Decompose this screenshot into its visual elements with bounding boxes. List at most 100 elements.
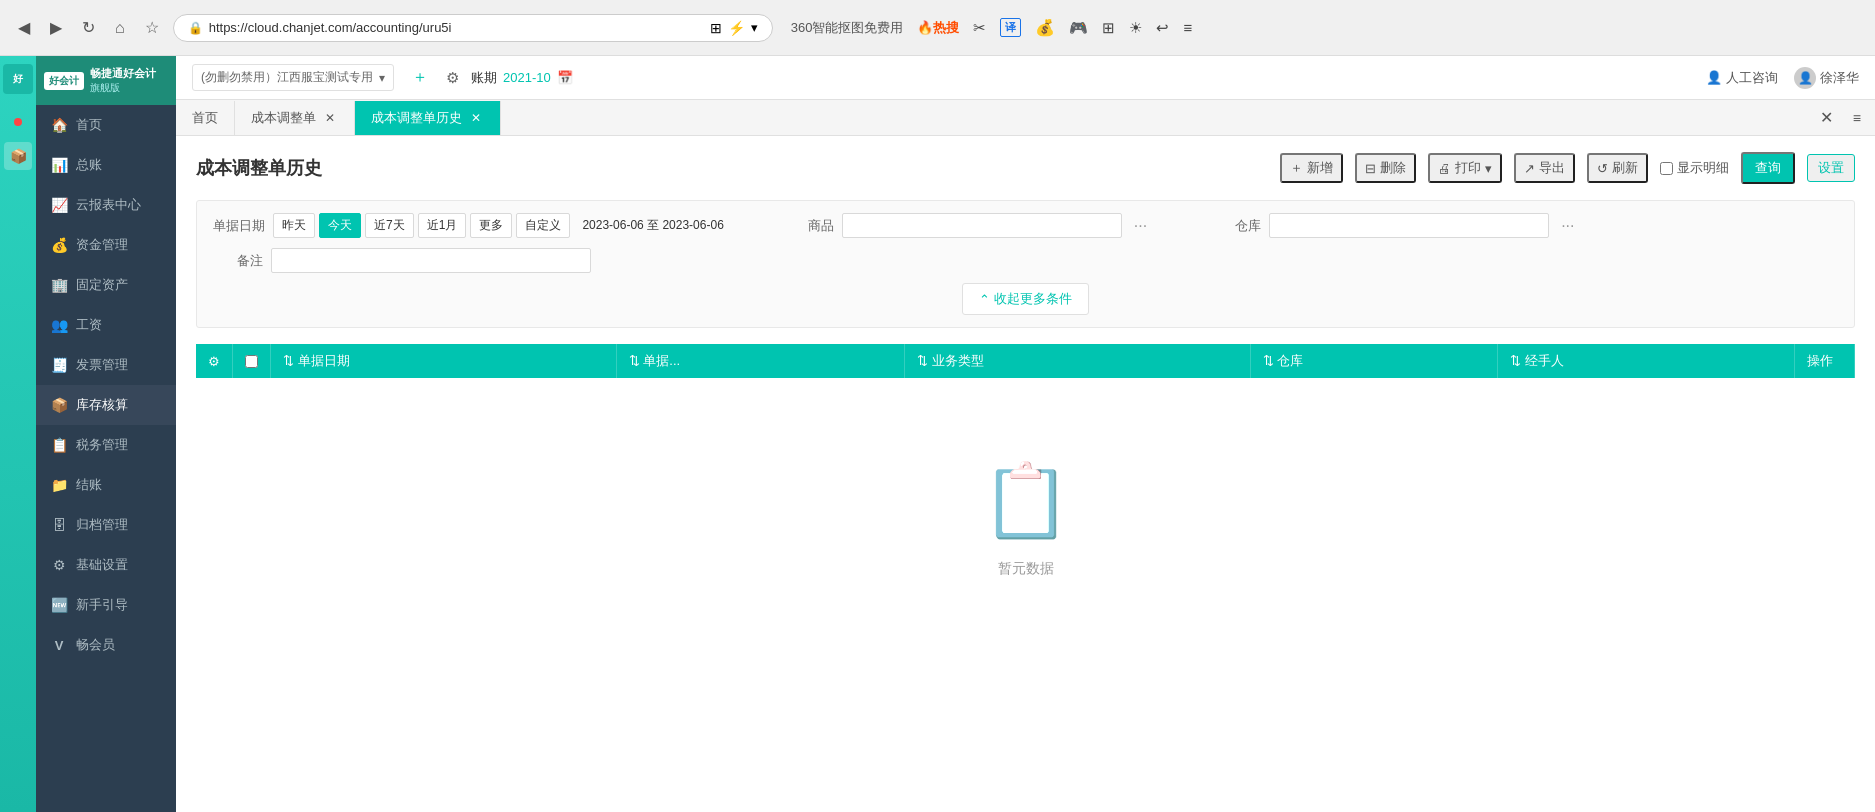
app-icon-red-dot[interactable] [4,108,32,136]
date-btn-today[interactable]: 今天 [319,213,361,238]
th-biz-type[interactable]: ⇅ 业务类型 [905,344,1251,378]
warehouse-dots[interactable]: ··· [1557,217,1578,235]
tab-home-label: 首页 [192,109,218,127]
user-btn[interactable]: 👤 徐泽华 [1794,67,1859,89]
th-number[interactable]: ⇅ 单据... [616,344,904,378]
top-bar: (勿删勿禁用）江西服宝测试专用 ▾ ＋ ⚙ 账期 2021-10 📅 👤 人工咨… [176,56,1875,100]
date-btn-more[interactable]: 更多 [470,213,512,238]
select-all-checkbox[interactable] [245,355,258,368]
sidebar-item-invoice[interactable]: 🧾 发票管理 [36,345,176,385]
org-name: (勿删勿禁用）江西服宝测试专用 [201,69,373,86]
date-btn-1month[interactable]: 近1月 [418,213,467,238]
sidebar-item-member-label: 畅会员 [76,636,115,654]
print-dropdown-icon: ▾ [1485,161,1492,176]
tab-cost-adjust-history[interactable]: 成本调整单历史 ✕ [355,101,501,135]
address-bar[interactable]: 🔒 https://cloud.chanjet.com/accounting/u… [173,14,773,42]
tab-cost-adjust[interactable]: 成本调整单 ✕ [235,101,355,135]
date-btn-7days[interactable]: 近7天 [365,213,414,238]
calendar-icon[interactable]: 📅 [557,70,573,85]
show-cols-checkbox-label[interactable]: 显示明细 [1660,159,1729,177]
lightning-icon: ⚡ [728,20,745,36]
goods-input[interactable] [842,213,1122,238]
date-filter-label: 单据日期 [213,217,265,235]
sidebar-header[interactable]: 好会计 畅捷通好会计 旗舰版 [36,56,176,105]
tab-menu-button[interactable]: ≡ [1847,106,1867,130]
remark-input[interactable] [271,248,591,273]
sidebar-nav: 🏠 首页 📊 总账 📈 云报表中心 💰 资金管理 🏢 固定资产 👥 工资 [36,105,176,812]
org-add-button[interactable]: ＋ [406,63,434,92]
sidebar-item-archive[interactable]: 🗄 归档管理 [36,505,176,545]
th-handler[interactable]: ⇅ 经手人 [1498,344,1795,378]
sidebar-item-guide[interactable]: 🆕 新手引导 [36,585,176,625]
game-icon: 🎮 [1069,19,1088,37]
sidebar-item-archive-label: 归档管理 [76,516,128,534]
sidebar-item-ledger-label: 总账 [76,156,102,174]
sidebar-edition: 旗舰版 [90,81,156,95]
sidebar-item-reports[interactable]: 📈 云报表中心 [36,185,176,225]
goods-dots[interactable]: ··· [1130,217,1151,235]
period-value: 2021-10 [503,70,551,85]
sidebar-item-funds[interactable]: 💰 资金管理 [36,225,176,265]
reports-icon: 📈 [50,197,68,213]
sidebar-item-salary[interactable]: 👥 工资 [36,305,176,345]
closing-icon: 📁 [50,477,68,493]
sidebar-item-fixed-assets[interactable]: 🏢 固定资产 [36,265,176,305]
tabs-bar: 首页 成本调整单 ✕ 成本调整单历史 ✕ ✕ ≡ [176,100,1875,136]
period-label: 账期 [471,69,497,87]
sidebar-item-funds-label: 资金管理 [76,236,128,254]
tab-close-all-button[interactable]: ✕ [1814,104,1839,131]
service-btn[interactable]: 👤 人工咨询 [1706,69,1778,87]
tab-cost-adjust-close[interactable]: ✕ [322,110,338,126]
sidebar-item-inventory[interactable]: 📦 库存核算 [36,385,176,425]
forward-button[interactable]: ▶ [44,14,68,41]
th-handler-label: 经手人 [1525,353,1564,368]
collapse-btn[interactable]: ⌃ 收起更多条件 [962,283,1089,315]
back-button[interactable]: ◀ [12,14,36,41]
app-icon-active[interactable]: 📦 [4,142,32,170]
th-settings[interactable]: ⚙ [196,344,233,378]
query-btn[interactable]: 查询 [1741,152,1795,184]
warehouse-input[interactable] [1269,213,1549,238]
settings-gear-icon[interactable]: ⚙ [446,69,459,87]
app-icon-logo[interactable]: 好 [3,64,33,94]
tab-home[interactable]: 首页 [176,101,235,135]
period-info: 账期 2021-10 📅 [471,69,573,87]
org-selector[interactable]: (勿删勿禁用）江西服宝测试专用 ▾ [192,64,394,91]
date-btn-custom[interactable]: 自定义 [516,213,570,238]
sidebar-item-tax[interactable]: 📋 税务管理 [36,425,176,465]
wallet-icon: 💰 [1035,18,1055,37]
th-date[interactable]: ⇅ 单据日期 [271,344,617,378]
th-checkbox[interactable] [233,344,271,378]
sidebar-item-settings[interactable]: ⚙ 基础设置 [36,545,176,585]
sidebar-item-ledger[interactable]: 📊 总账 [36,145,176,185]
sidebar-item-home[interactable]: 🏠 首页 [36,105,176,145]
th-warehouse[interactable]: ⇅ 仓库 [1250,344,1498,378]
print-btn[interactable]: 🖨 打印 ▾ [1428,153,1502,183]
sidebar-item-member[interactable]: V 畅会员 [36,625,176,665]
sidebar-item-settings-label: 基础设置 [76,556,128,574]
warehouse-filter: 仓库 ··· [1211,213,1578,238]
th-warehouse-label: 仓库 [1277,353,1303,368]
remark-filter: 备注 [213,248,591,273]
refresh-btn[interactable]: ↺ 刷新 [1587,153,1648,183]
table-settings-icon: ⚙ [208,354,220,369]
home-button[interactable]: ⌂ [109,15,131,41]
new-btn[interactable]: ＋ 新增 [1280,153,1343,183]
query-btn-label: 查询 [1755,159,1781,177]
delete-btn[interactable]: ⊟ 删除 [1355,153,1416,183]
export-btn[interactable]: ↗ 导出 [1514,153,1575,183]
table-header: ⚙ ⇅ 单据日期 ⇅ 单据... [196,344,1855,378]
sidebar-item-closing[interactable]: 📁 结账 [36,465,176,505]
show-cols-checkbox[interactable] [1660,162,1673,175]
tab-cost-adjust-history-close[interactable]: ✕ [468,110,484,126]
refresh-button[interactable]: ↻ [76,14,101,41]
date-btn-yesterday[interactable]: 昨天 [273,213,315,238]
empty-state: 暂元数据 [196,378,1855,658]
star-button[interactable]: ☆ [139,14,165,41]
th-date-label: 单据日期 [298,353,350,368]
user-avatar-icon: 👤 [1794,67,1816,89]
settings-btn[interactable]: 设置 [1807,154,1855,182]
show-cols-label: 显示明细 [1677,159,1729,177]
archive-icon: 🗄 [50,517,68,533]
app-container: 好 📦 好会计 畅捷通好会计 旗舰版 🏠 首页 📊 总账 📈 云报表中心 [0,56,1875,812]
